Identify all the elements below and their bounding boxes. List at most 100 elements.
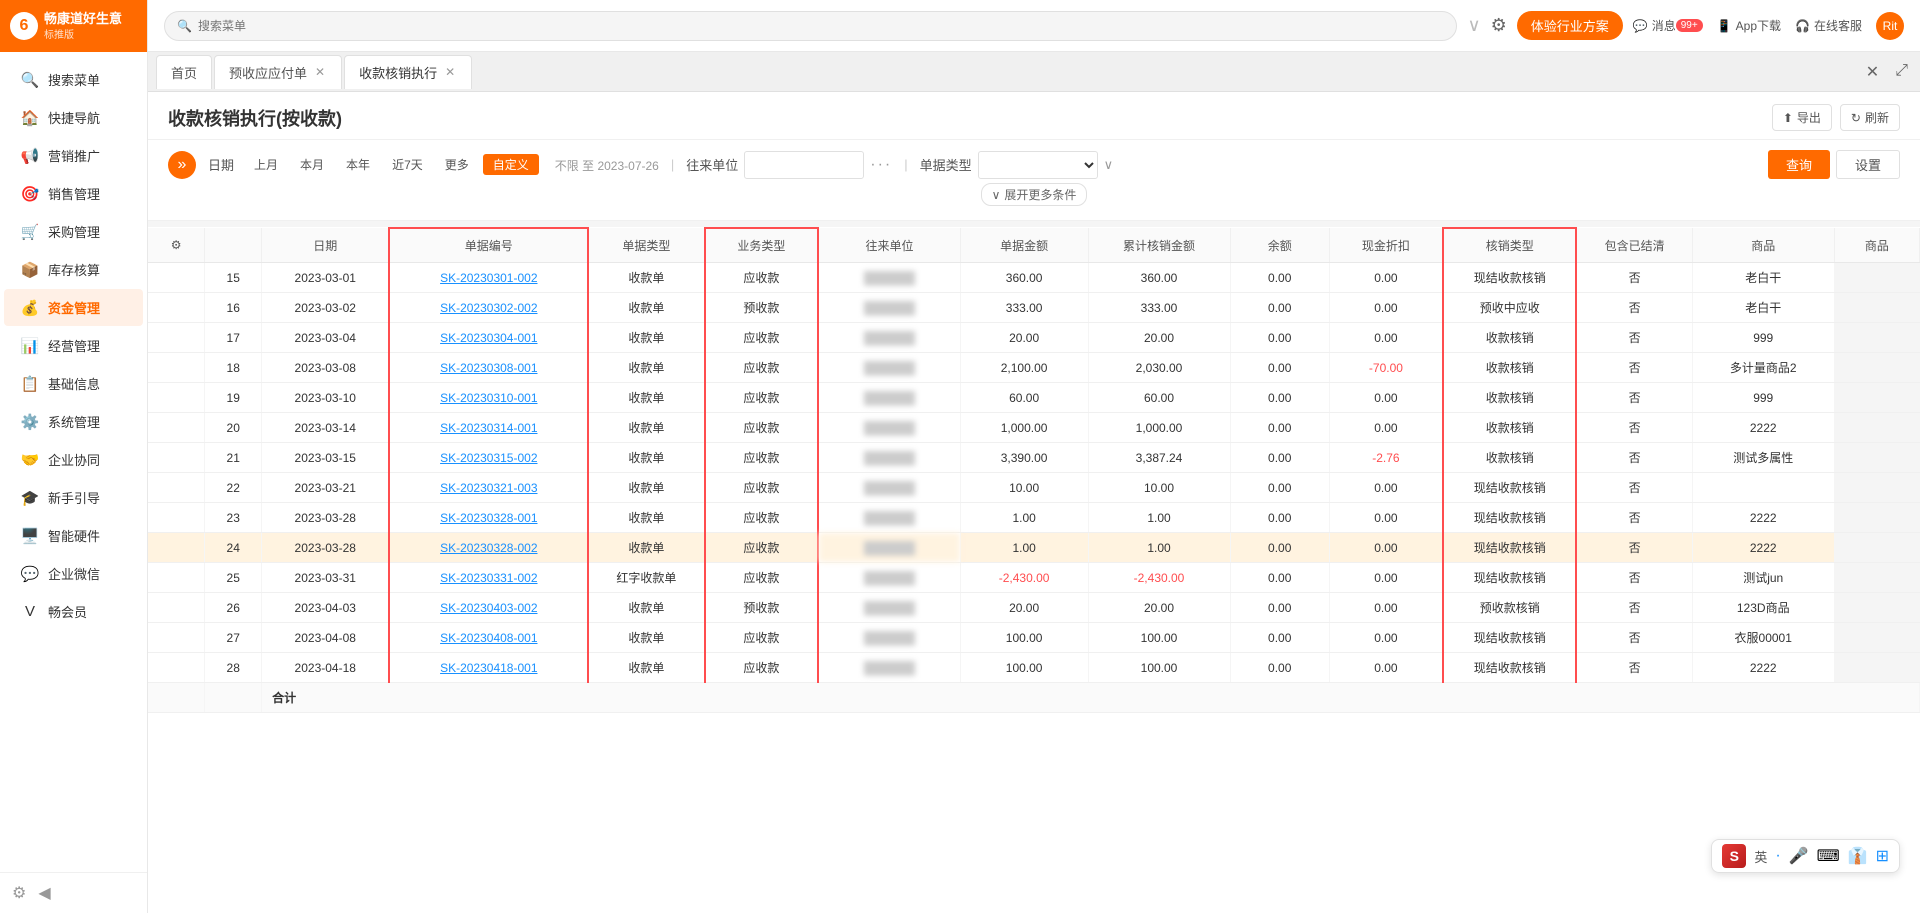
sidebar-item-marketing[interactable]: 📢 营销推广 bbox=[4, 137, 143, 174]
col-goods[interactable]: 商品 bbox=[1692, 228, 1834, 263]
sidebar-item-enterprise[interactable]: 🤝 企业协同 bbox=[4, 441, 143, 478]
row-partner: ██████ bbox=[818, 443, 960, 473]
date-more[interactable]: 更多 bbox=[437, 154, 477, 175]
col-cumulative[interactable]: 累计核销金额 bbox=[1088, 228, 1230, 263]
row-checkbox[interactable] bbox=[148, 413, 205, 443]
col-date[interactable]: 日期 bbox=[262, 228, 390, 263]
close-all-icon[interactable]: ✕ bbox=[1862, 58, 1883, 86]
settings-icon[interactable]: ⚙ bbox=[12, 883, 26, 903]
floating-keyboard-icon[interactable]: ⌨ bbox=[1817, 846, 1840, 866]
service-item[interactable]: 🎧 在线客服 bbox=[1795, 17, 1862, 34]
col-doc-no[interactable]: 单据编号 bbox=[389, 228, 588, 263]
row-doc-no[interactable]: SK-20230314-001 bbox=[389, 413, 588, 443]
sidebar-item-inventory[interactable]: 📦 库存核算 bbox=[4, 251, 143, 288]
filter-expand-button[interactable]: » bbox=[168, 151, 196, 179]
expand-more-button[interactable]: ∨ 展开更多条件 bbox=[981, 183, 1088, 206]
gear-settings-icon[interactable]: ⚙ bbox=[1491, 15, 1507, 36]
row-cancel-type: 收款核销 bbox=[1443, 383, 1577, 413]
tab-home[interactable]: 首页 bbox=[156, 55, 212, 89]
row-checkbox[interactable] bbox=[148, 443, 205, 473]
query-button[interactable]: 查询 bbox=[1768, 150, 1830, 179]
col-amount[interactable]: 单据金额 bbox=[960, 228, 1088, 263]
sidebar-item-purchase[interactable]: 🛒 采购管理 bbox=[4, 213, 143, 250]
floating-eng-label[interactable]: 英 bbox=[1754, 847, 1767, 866]
row-doc-no[interactable]: SK-20230403-002 bbox=[389, 593, 588, 623]
row-checkbox[interactable] bbox=[148, 593, 205, 623]
floating-mic-icon[interactable]: 🎤 bbox=[1789, 846, 1809, 866]
tab-collection-close[interactable]: ✕ bbox=[443, 63, 457, 81]
col-doc-type[interactable]: 单据类型 bbox=[588, 228, 704, 263]
solution-button[interactable]: 体验行业方案 bbox=[1517, 11, 1623, 40]
sidebar-item-basicinfo[interactable]: 📋 基础信息 bbox=[4, 365, 143, 402]
row-doc-no[interactable]: SK-20230304-001 bbox=[389, 323, 588, 353]
row-doc-no[interactable]: SK-20230321-003 bbox=[389, 473, 588, 503]
row-doc-no[interactable]: SK-20230308-001 bbox=[389, 353, 588, 383]
sidebar-item-search[interactable]: 🔍 搜索菜单 bbox=[4, 61, 143, 98]
row-doc-no[interactable]: SK-20230302-002 bbox=[389, 293, 588, 323]
partner-dots[interactable]: ··· bbox=[870, 156, 892, 174]
sidebar-item-system[interactable]: ⚙️ 系统管理 bbox=[4, 403, 143, 440]
row-doc-no[interactable]: SK-20230418-001 bbox=[389, 653, 588, 683]
partner-input[interactable] bbox=[744, 151, 864, 179]
tab-prepay-close[interactable]: ✕ bbox=[313, 63, 327, 81]
row-checkbox[interactable] bbox=[148, 503, 205, 533]
row-checkbox[interactable] bbox=[148, 533, 205, 563]
row-checkbox[interactable] bbox=[148, 293, 205, 323]
floating-grid-icon[interactable]: ⊞ bbox=[1876, 846, 1889, 866]
col-partner[interactable]: 往来单位 bbox=[818, 228, 960, 263]
phone-icon: 📱 bbox=[1717, 19, 1732, 33]
row-doc-no[interactable]: SK-20230301-002 bbox=[389, 263, 588, 293]
message-item[interactable]: 💬 消息 99+ bbox=[1633, 17, 1703, 34]
topbar-search-box[interactable]: 🔍 bbox=[164, 11, 1457, 41]
col-goods2[interactable]: 商品 bbox=[1834, 228, 1919, 263]
col-include-settled[interactable]: 包含已结清 bbox=[1576, 228, 1692, 263]
col-balance[interactable]: 余额 bbox=[1230, 228, 1329, 263]
filter-settings-button[interactable]: 设置 bbox=[1836, 150, 1900, 179]
row-doc-no[interactable]: SK-20230310-001 bbox=[389, 383, 588, 413]
export-button[interactable]: ⬆ 导出 bbox=[1772, 104, 1832, 131]
floating-s-icon[interactable]: S bbox=[1722, 844, 1746, 868]
collapse-icon[interactable]: ◀ bbox=[38, 883, 50, 903]
date-this-year[interactable]: 本年 bbox=[338, 154, 378, 175]
row-doc-no[interactable]: SK-20230408-001 bbox=[389, 623, 588, 653]
tab-prepay[interactable]: 预收应应付单 ✕ bbox=[214, 55, 342, 89]
sidebar-item-hardware[interactable]: 🖥️ 智能硬件 bbox=[4, 517, 143, 554]
col-cash-discount[interactable]: 现金折扣 bbox=[1329, 228, 1443, 263]
sidebar-item-sales[interactable]: 🎯 销售管理 bbox=[4, 175, 143, 212]
row-doc-no[interactable]: SK-20230328-002 bbox=[389, 533, 588, 563]
row-doc-no[interactable]: SK-20230328-001 bbox=[389, 503, 588, 533]
sidebar-item-finance[interactable]: 💰 资金管理 bbox=[4, 289, 143, 326]
tab-collection[interactable]: 收款核销执行 ✕ bbox=[344, 55, 472, 89]
sidebar-item-member[interactable]: V 畅会员 bbox=[4, 593, 143, 630]
row-checkbox[interactable] bbox=[148, 473, 205, 503]
row-checkbox[interactable] bbox=[148, 563, 205, 593]
row-checkbox[interactable] bbox=[148, 353, 205, 383]
refresh-button[interactable]: ↻ 刷新 bbox=[1840, 104, 1900, 131]
row-checkbox[interactable] bbox=[148, 323, 205, 353]
date-last-month[interactable]: 上月 bbox=[246, 154, 286, 175]
avatar[interactable]: Rit bbox=[1876, 12, 1904, 40]
sidebar-item-guide[interactable]: 🎓 新手引导 bbox=[4, 479, 143, 516]
date-this-month[interactable]: 本月 bbox=[292, 154, 332, 175]
sidebar-item-quicknav[interactable]: 🏠 快捷导航 bbox=[4, 99, 143, 136]
col-cancel-type[interactable]: 核销类型 bbox=[1443, 228, 1577, 263]
sidebar-item-wecom[interactable]: 💬 企业微信 bbox=[4, 555, 143, 592]
search-input[interactable] bbox=[198, 19, 358, 33]
row-doc-type: 收款单 bbox=[588, 353, 704, 383]
row-doc-no[interactable]: SK-20230315-002 bbox=[389, 443, 588, 473]
row-doc-no[interactable]: SK-20230331-002 bbox=[389, 563, 588, 593]
row-checkbox[interactable] bbox=[148, 623, 205, 653]
sidebar-item-operation[interactable]: 📊 经营管理 bbox=[4, 327, 143, 364]
date-custom-button[interactable]: 自定义 bbox=[483, 154, 539, 175]
date-7days[interactable]: 近7天 bbox=[384, 154, 431, 175]
doc-type-select[interactable] bbox=[978, 151, 1098, 179]
row-checkbox[interactable] bbox=[148, 263, 205, 293]
table-gear-icon[interactable]: ⚙ bbox=[171, 238, 182, 252]
row-checkbox[interactable] bbox=[148, 383, 205, 413]
expand-icon[interactable]: ⤢ bbox=[1891, 58, 1912, 86]
col-gear[interactable]: ⚙ bbox=[148, 228, 205, 263]
app-download-item[interactable]: 📱 App下载 bbox=[1717, 17, 1781, 34]
row-checkbox[interactable] bbox=[148, 653, 205, 683]
col-biz-type[interactable]: 业务类型 bbox=[705, 228, 819, 263]
floating-shirt-icon[interactable]: 👔 bbox=[1848, 846, 1868, 866]
